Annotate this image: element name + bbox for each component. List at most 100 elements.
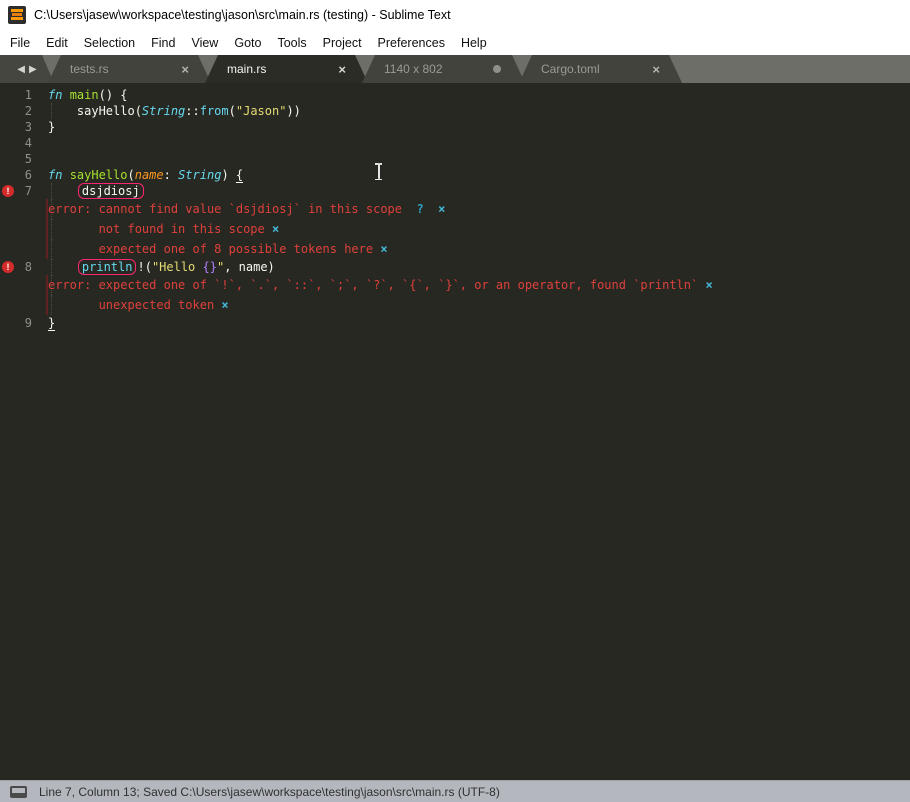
code-line: 3} bbox=[0, 119, 910, 135]
code-segment: ( bbox=[228, 104, 236, 118]
code-segment: "Jason" bbox=[235, 104, 287, 118]
code-segment: () { bbox=[98, 88, 128, 102]
code-text: fn main() { bbox=[48, 87, 128, 103]
code-line: 6 fn sayHello(name: String) { bbox=[0, 167, 910, 183]
tab-label: 1140 x 802 bbox=[384, 62, 443, 76]
line-number: 9 bbox=[24, 316, 32, 330]
code-text: println !("Hello {}", name) bbox=[48, 259, 275, 275]
tab-modified-dot-icon[interactable] bbox=[493, 65, 501, 73]
error-phantom-row: error: cannot find value `dsjdiosj` in t… bbox=[0, 199, 910, 219]
status-text: Line 7, Column 13; Saved C:\Users\jasew\… bbox=[39, 784, 500, 799]
code-segment: "Hello bbox=[151, 260, 203, 274]
menu-item-project[interactable]: Project bbox=[315, 33, 370, 53]
code-segment: name bbox=[134, 168, 164, 182]
line-number: 8 bbox=[24, 260, 32, 274]
code-segment: !( bbox=[137, 260, 152, 274]
code-line: 5 bbox=[0, 151, 910, 167]
error-message: error: expected one of `!`, `.`, `::`, `… bbox=[48, 275, 713, 295]
code-segment: , name) bbox=[224, 260, 275, 274]
code-segment: println bbox=[77, 259, 137, 275]
code-segment: error: expected one of `!`, `.`, `::`, `… bbox=[48, 278, 699, 292]
tab-label: Cargo.toml bbox=[541, 62, 600, 76]
menu-item-file[interactable]: File bbox=[2, 33, 38, 53]
tab-bar: ◀ ▶ tests.rs × main.rs × 1140 x 802 Cargo.tom… bbox=[0, 55, 910, 83]
menu-item-find[interactable]: Find bbox=[143, 33, 183, 53]
menu-item-edit[interactable]: Edit bbox=[38, 33, 76, 53]
line-number: 2 bbox=[24, 104, 32, 118]
dismiss-error-icon[interactable]: × bbox=[221, 298, 228, 312]
code-segment: unexpected token bbox=[48, 298, 215, 312]
line-number: 7 bbox=[24, 184, 32, 198]
code-segment: ) bbox=[221, 168, 236, 182]
error-phantom-row: unexpected token × bbox=[0, 295, 910, 315]
error-phantom-row: not found in this scope × bbox=[0, 219, 910, 239]
tab-close-icon[interactable]: × bbox=[338, 63, 346, 76]
code-segment: { bbox=[235, 168, 244, 183]
code-line: ! 8 println !("Hello {}", name) bbox=[0, 259, 910, 275]
error-help-icon[interactable]: ? bbox=[416, 202, 423, 216]
line-number: 1 bbox=[24, 88, 32, 102]
tab-tests-rs[interactable]: tests.rs × bbox=[48, 55, 211, 83]
code-segment: error: cannot find value `dsjdiosj` in t… bbox=[48, 202, 403, 216]
line-number: 3 bbox=[24, 120, 32, 134]
editor[interactable]: 1 fn main() {2 sayHello(String::from("Jas… bbox=[0, 83, 910, 780]
code-segment: } bbox=[48, 316, 56, 331]
panel-toggle-icon[interactable] bbox=[10, 785, 27, 798]
tab-close-icon[interactable]: × bbox=[652, 63, 660, 76]
code-text: } bbox=[48, 119, 55, 135]
line-number: 4 bbox=[24, 136, 32, 150]
dismiss-error-icon[interactable]: × bbox=[380, 242, 387, 256]
tab-close-icon[interactable]: × bbox=[181, 63, 189, 76]
dismiss-error-icon[interactable]: × bbox=[705, 278, 712, 292]
title-bar: C:\Users\jasew\workspace\testing\jason\s… bbox=[0, 0, 910, 30]
code-segment: dsjdiosj bbox=[77, 183, 144, 199]
error-message: unexpected token × bbox=[48, 295, 229, 315]
code-segment: fn bbox=[48, 168, 63, 182]
status-bar: Line 7, Column 13; Saved C:\Users\jasew\… bbox=[0, 780, 910, 802]
tab-cargo-toml[interactable]: Cargo.toml × bbox=[519, 55, 682, 83]
window-title: C:\Users\jasew\workspace\testing\jason\s… bbox=[34, 8, 451, 22]
code-line: 9} bbox=[0, 315, 910, 331]
code-text: fn sayHello(name: String) { bbox=[48, 167, 244, 183]
tab-nav-back-icon[interactable]: ◀ bbox=[17, 64, 25, 75]
menu-bar: File Edit Selection Find View Goto Tools Projec… bbox=[0, 30, 910, 55]
line-number: 6 bbox=[24, 168, 32, 182]
error-message: expected one of 8 possible tokens here × bbox=[48, 239, 388, 259]
dismiss-error-icon[interactable]: × bbox=[272, 222, 279, 236]
tab-label: tests.rs bbox=[70, 62, 109, 76]
code-segment: {} bbox=[202, 260, 217, 274]
error-message: not found in this scope × bbox=[48, 219, 280, 239]
code-line: 1 fn main() { bbox=[0, 87, 910, 103]
tab-main-rs[interactable]: main.rs × bbox=[205, 55, 368, 83]
code-segment: ( bbox=[127, 168, 135, 182]
menu-item-tools[interactable]: Tools bbox=[269, 33, 314, 53]
menu-item-view[interactable]: View bbox=[183, 33, 226, 53]
sublime-logo-icon bbox=[8, 6, 26, 24]
error-phantom-row: error: expected one of `!`, `.`, `::`, `… bbox=[0, 275, 910, 295]
line-number: 5 bbox=[24, 152, 32, 166]
code-segment: sayHello( bbox=[48, 104, 142, 118]
menu-item-goto[interactable]: Goto bbox=[226, 33, 269, 53]
code-line: ! 7 dsjdiosj bbox=[0, 183, 910, 199]
menu-item-selection[interactable]: Selection bbox=[76, 33, 143, 53]
menu-item-help[interactable]: Help bbox=[453, 33, 495, 53]
tab-nav-forward-icon[interactable]: ▶ bbox=[29, 64, 37, 75]
tab-label: main.rs bbox=[227, 62, 267, 76]
code-segment: sayHello bbox=[69, 168, 128, 182]
code-segment: : bbox=[163, 168, 179, 182]
code-segment: not found in this scope bbox=[48, 222, 265, 236]
code-segment: )) bbox=[286, 104, 301, 118]
code-segment: String bbox=[141, 104, 186, 118]
tab-1140-x-802[interactable]: 1140 x 802 bbox=[362, 55, 525, 83]
dismiss-error-icon[interactable]: × bbox=[438, 202, 445, 216]
code-line: 2 sayHello(String::from("Jason")) bbox=[0, 103, 910, 119]
menu-item-preferences[interactable]: Preferences bbox=[370, 33, 453, 53]
code-segment: } bbox=[48, 120, 56, 134]
